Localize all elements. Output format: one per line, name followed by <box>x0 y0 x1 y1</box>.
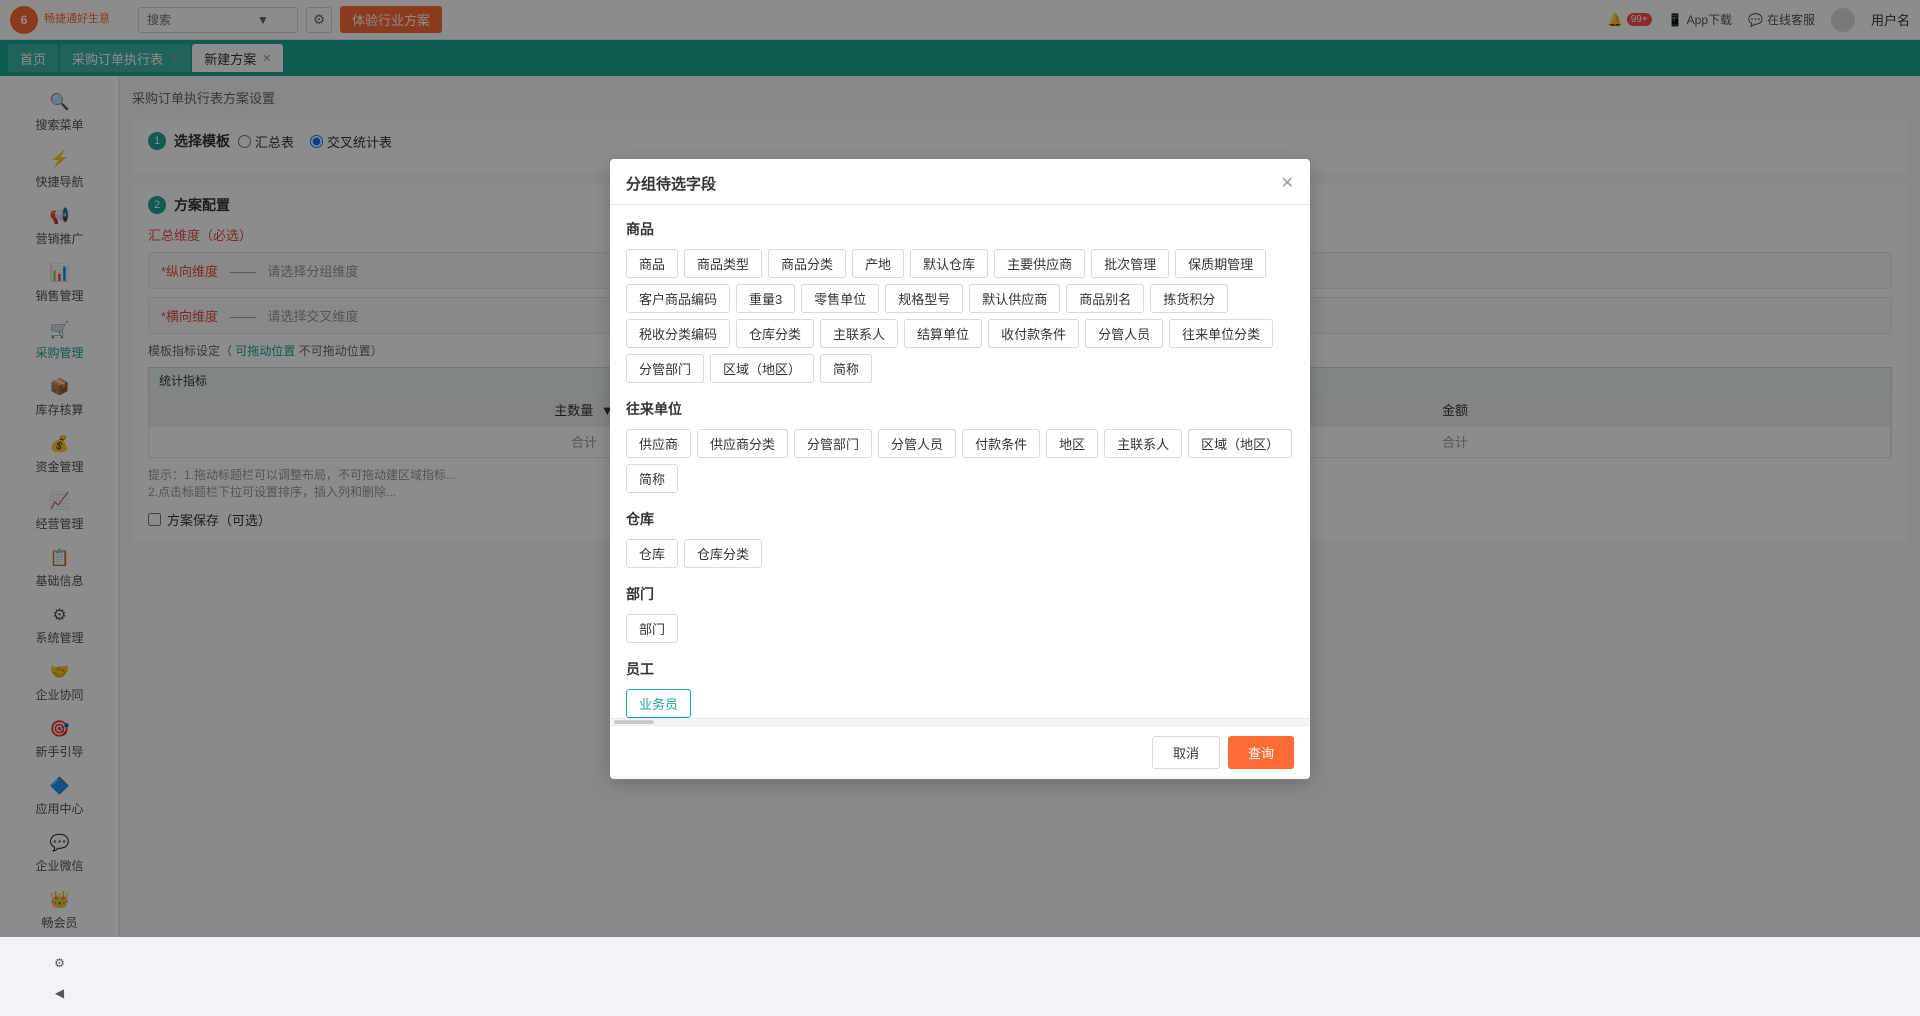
section-product: 商品 商品 商品类型 商品分类 产地 默认仓库 主要供应商 批次管理 保质期管理… <box>626 219 1294 383</box>
modal: 分组待选字段 ✕ 商品 商品 商品类型 商品分类 产地 默认仓库 主要供应商 批… <box>610 159 1310 779</box>
modal-footer-left <box>626 736 1144 769</box>
section-employee: 员工 业务员 <box>626 659 1294 718</box>
field-tag-supplier[interactable]: 供应商 <box>626 429 691 458</box>
field-tag-main-contact[interactable]: 主联系人 <box>820 319 898 348</box>
modal-close-button[interactable]: ✕ <box>1281 173 1294 193</box>
sidebar-settings-btn[interactable]: ⚙ <box>0 948 119 978</box>
field-tag-person-in-charge[interactable]: 分管人员 <box>1085 319 1163 348</box>
field-tag-customer-code[interactable]: 客户商品编码 <box>626 284 730 313</box>
field-tag-abbr[interactable]: 简称 <box>820 354 872 383</box>
field-tag-partner-person[interactable]: 分管人员 <box>878 429 956 458</box>
section-partner: 往来单位 供应商 供应商分类 分管部门 分管人员 付款条件 地区 主联系人 区域… <box>626 399 1294 493</box>
section-dept-title: 部门 <box>626 584 1294 604</box>
modal-body: 商品 商品 商品类型 商品分类 产地 默认仓库 主要供应商 批次管理 保质期管理… <box>610 205 1310 719</box>
field-tag-partner-category[interactable]: 往来单位分类 <box>1169 319 1273 348</box>
collapse-icon: ◀ <box>55 986 64 1000</box>
field-tag-warehouse-cat[interactable]: 仓库分类 <box>684 539 762 568</box>
field-tag-warehouse[interactable]: 仓库 <box>626 539 678 568</box>
sidebar-collapse-btn[interactable]: ◀ <box>0 978 119 1008</box>
field-tag-retail-unit[interactable]: 零售单位 <box>801 284 879 313</box>
field-tag-product-category[interactable]: 商品分类 <box>768 249 846 278</box>
modal-footer: 取消 查询 <box>610 725 1310 779</box>
field-tag-abbr-partner[interactable]: 简称 <box>626 464 678 493</box>
modal-header: 分组待选字段 ✕ <box>610 159 1310 205</box>
section-product-title: 商品 <box>626 219 1294 239</box>
field-tag-shelf-life[interactable]: 保质期管理 <box>1175 249 1266 278</box>
section-dept-tags: 部门 <box>626 614 1294 643</box>
field-tag-partner-dept[interactable]: 分管部门 <box>794 429 872 458</box>
section-partner-tags: 供应商 供应商分类 分管部门 分管人员 付款条件 地区 主联系人 区域（地区） … <box>626 429 1294 493</box>
section-warehouse-tags: 仓库 仓库分类 <box>626 539 1294 568</box>
field-tag-payment-condition[interactable]: 付款条件 <box>962 429 1040 458</box>
section-employee-title: 员工 <box>626 659 1294 679</box>
confirm-button[interactable]: 查询 <box>1228 736 1294 769</box>
field-tag-spec-model[interactable]: 规格型号 <box>885 284 963 313</box>
field-tag-weight3[interactable]: 重量3 <box>736 284 795 313</box>
field-tag-default-supplier[interactable]: 默认供应商 <box>969 284 1060 313</box>
modal-overlay: 分组待选字段 ✕ 商品 商品 商品类型 商品分类 产地 默认仓库 主要供应商 批… <box>0 0 1920 937</box>
field-tag-main-supplier[interactable]: 主要供应商 <box>994 249 1085 278</box>
field-tag-region[interactable]: 区域（地区） <box>710 354 814 383</box>
field-tag-pick-points[interactable]: 拣货积分 <box>1150 284 1228 313</box>
field-tag-supplier-category[interactable]: 供应商分类 <box>697 429 788 458</box>
field-tag-area[interactable]: 地区 <box>1046 429 1098 458</box>
section-warehouse: 仓库 仓库 仓库分类 <box>626 509 1294 568</box>
field-tag-batch-mgmt[interactable]: 批次管理 <box>1091 249 1169 278</box>
section-product-tags: 商品 商品类型 商品分类 产地 默认仓库 主要供应商 批次管理 保质期管理 客户… <box>626 249 1294 383</box>
field-tag-tax-code[interactable]: 税收分类编码 <box>626 319 730 348</box>
field-tag-product[interactable]: 商品 <box>626 249 678 278</box>
field-tag-product-type[interactable]: 商品类型 <box>684 249 762 278</box>
field-tag-region-partner[interactable]: 区域（地区） <box>1188 429 1292 458</box>
field-tag-salesperson[interactable]: 业务员 <box>626 689 691 718</box>
cancel-button[interactable]: 取消 <box>1152 736 1220 769</box>
field-tag-product-alias[interactable]: 商品别名 <box>1066 284 1144 313</box>
field-tag-origin[interactable]: 产地 <box>852 249 904 278</box>
field-tag-default-warehouse[interactable]: 默认仓库 <box>910 249 988 278</box>
field-tag-main-contact-partner[interactable]: 主联系人 <box>1104 429 1182 458</box>
field-tag-department[interactable]: 部门 <box>626 614 678 643</box>
settings-bottom-icon: ⚙ <box>54 956 65 970</box>
sidebar-bottom: ⚙ ◀ <box>0 939 119 1016</box>
modal-title: 分组待选字段 <box>626 173 716 194</box>
section-partner-title: 往来单位 <box>626 399 1294 419</box>
field-tag-warehouse-category[interactable]: 仓库分类 <box>736 319 814 348</box>
section-dept: 部门 部门 <box>626 584 1294 643</box>
section-employee-tags: 业务员 <box>626 689 1294 718</box>
field-tag-dept[interactable]: 分管部门 <box>626 354 704 383</box>
section-warehouse-title: 仓库 <box>626 509 1294 529</box>
field-tag-settlement-unit[interactable]: 结算单位 <box>904 319 982 348</box>
modal-hscroll-bar <box>614 720 654 724</box>
field-tag-payment-terms[interactable]: 收付款条件 <box>988 319 1079 348</box>
